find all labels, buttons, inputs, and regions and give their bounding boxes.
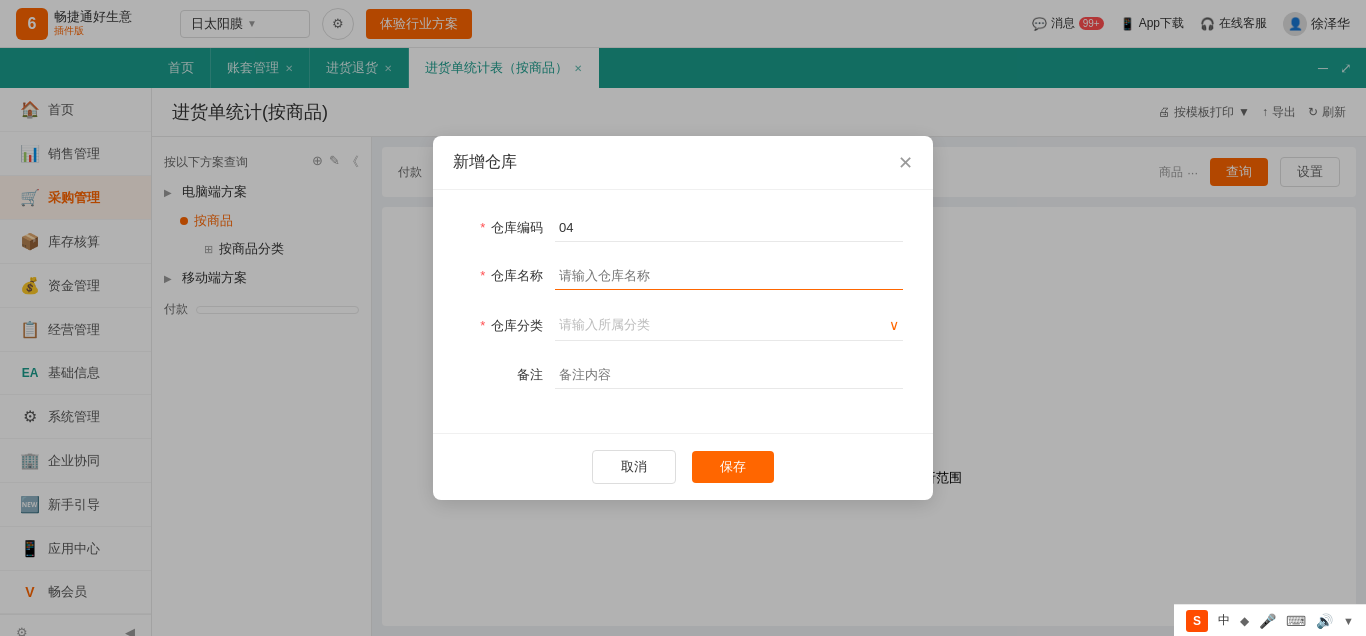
modal-header: 新增仓库 ✕ <box>433 136 933 190</box>
form-row-name: * 仓库名称 <box>463 262 903 290</box>
cancel-button[interactable]: 取消 <box>592 450 676 484</box>
bottom-caret-icon[interactable]: ▼ <box>1343 615 1354 627</box>
remark-input[interactable] <box>555 361 903 389</box>
name-label-text: 仓库名称 <box>491 268 543 283</box>
form-row-category: * 仓库分类 请输入所属分类 ∨ <box>463 310 903 341</box>
s-logo: S <box>1186 610 1208 632</box>
category-label: * 仓库分类 <box>463 317 543 335</box>
form-row-code: * 仓库编码 <box>463 214 903 242</box>
form-row-remark: 备注 <box>463 361 903 389</box>
code-required-mark: * <box>480 220 485 235</box>
code-label: * 仓库编码 <box>463 219 543 237</box>
bottom-mic-icon[interactable]: 🎤 <box>1259 613 1276 629</box>
status-bar: S 中 ◆ 🎤 ⌨ 🔊 ▼ <box>1174 604 1366 636</box>
code-input[interactable] <box>555 214 903 242</box>
category-select-arrow: ∨ <box>889 317 899 333</box>
bottom-keyboard-icon[interactable]: ⌨ <box>1286 613 1306 629</box>
new-warehouse-modal: 新增仓库 ✕ * 仓库编码 * 仓库名称 <box>433 136 933 500</box>
modal-overlay[interactable]: 新增仓库 ✕ * 仓库编码 * 仓库名称 <box>0 0 1366 636</box>
bottom-dot-icon: ◆ <box>1240 614 1249 628</box>
category-required-mark: * <box>480 318 485 333</box>
modal-footer: 取消 保存 <box>433 433 933 500</box>
name-label: * 仓库名称 <box>463 267 543 285</box>
modal-close-button[interactable]: ✕ <box>898 154 913 172</box>
remark-label-text: 备注 <box>517 367 543 382</box>
remark-label: 备注 <box>463 366 543 384</box>
bottom-cn-label: 中 <box>1218 612 1230 629</box>
name-input[interactable] <box>555 262 903 290</box>
save-button[interactable]: 保存 <box>692 451 774 483</box>
bottom-speaker-icon[interactable]: 🔊 <box>1316 613 1333 629</box>
category-select[interactable]: 请输入所属分类 ∨ <box>555 310 903 341</box>
category-placeholder: 请输入所属分类 <box>559 316 650 334</box>
code-label-text: 仓库编码 <box>491 220 543 235</box>
modal-body: * 仓库编码 * 仓库名称 * 仓库分类 请输入所属 <box>433 190 933 433</box>
modal-title: 新增仓库 <box>453 152 517 173</box>
name-required-mark: * <box>480 268 485 283</box>
category-label-text: 仓库分类 <box>491 318 543 333</box>
